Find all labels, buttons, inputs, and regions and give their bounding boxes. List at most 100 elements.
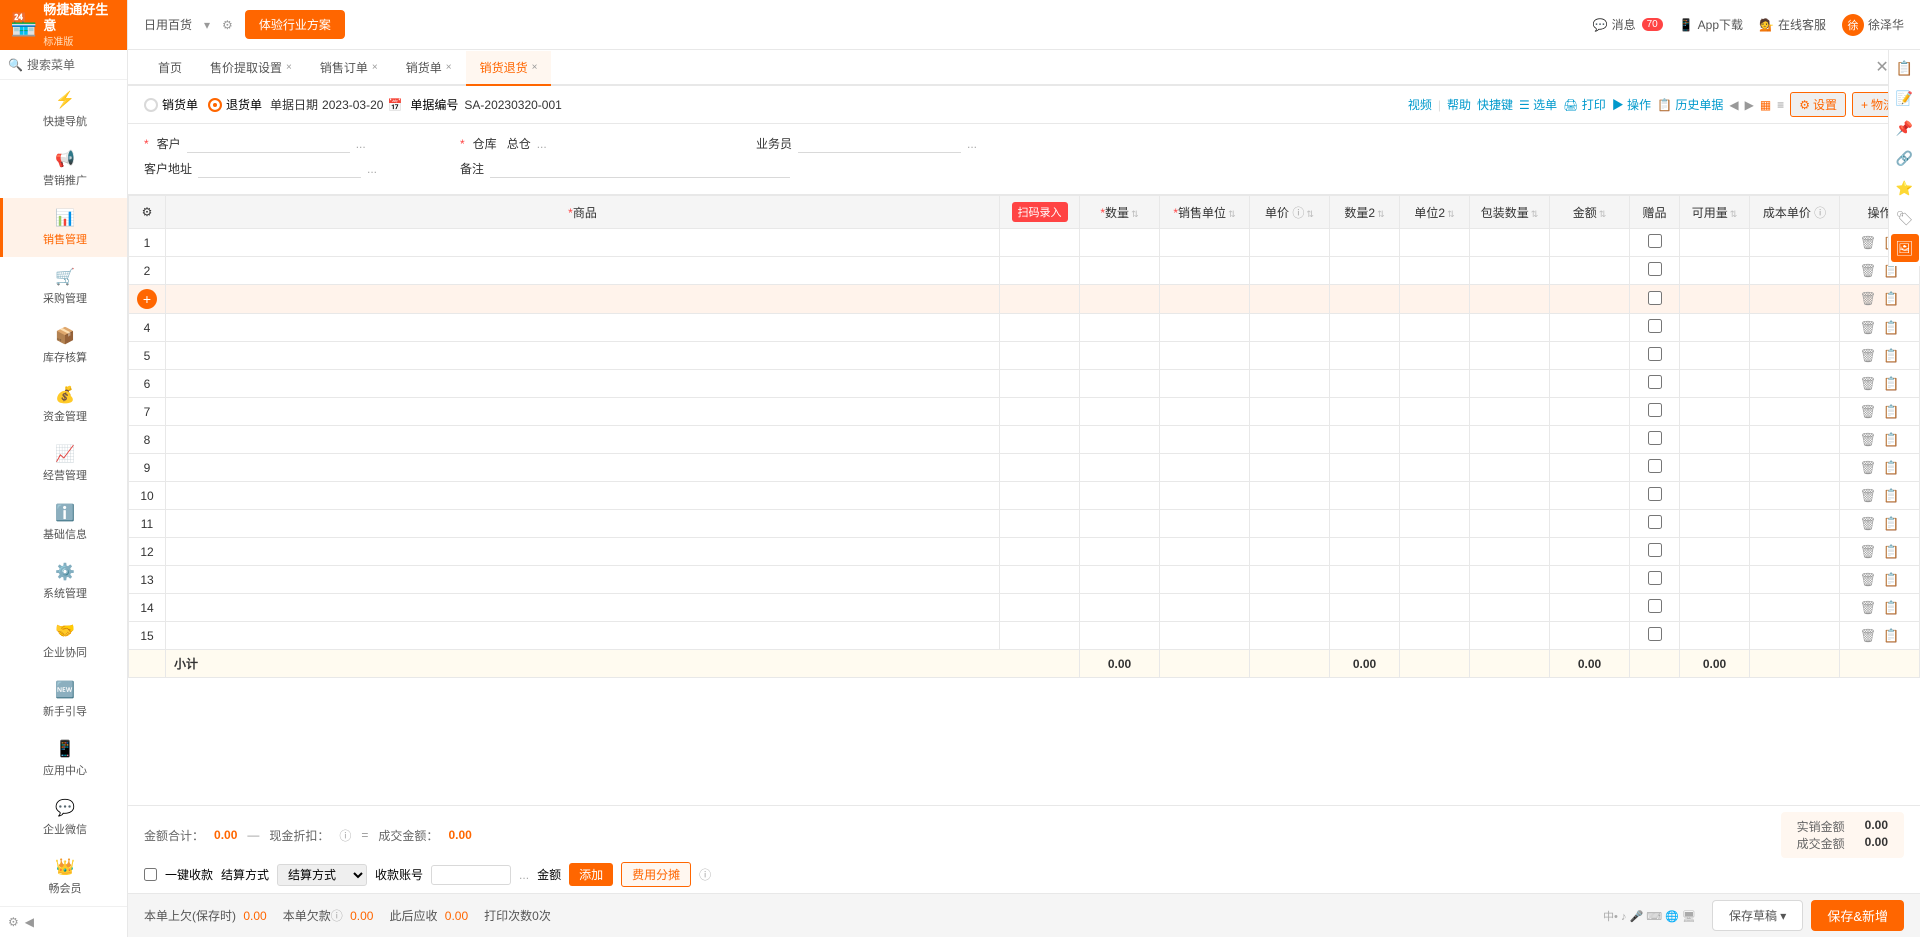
- goods-input-14[interactable]: [174, 601, 991, 615]
- gift-checkbox-10[interactable]: [1648, 487, 1662, 501]
- row-goods-9[interactable]: [166, 454, 1000, 482]
- remark-input[interactable]: [490, 159, 790, 178]
- delete-btn-2[interactable]: 🗑: [1857, 263, 1878, 279]
- gift-checkbox-6[interactable]: [1648, 375, 1662, 389]
- row-gift-14[interactable]: [1630, 594, 1680, 622]
- delete-btn-11[interactable]: 🗑: [1857, 516, 1878, 532]
- goods-input-8[interactable]: [174, 433, 991, 447]
- delete-btn-1[interactable]: 🗑: [1857, 235, 1878, 251]
- row-qty-12[interactable]: [1080, 538, 1160, 566]
- row-goods-4[interactable]: [166, 314, 1000, 342]
- goods-input-5[interactable]: [174, 349, 991, 363]
- delete-btn-12[interactable]: 🗑: [1857, 544, 1878, 560]
- copy-btn-11[interactable]: 📋: [1881, 516, 1901, 532]
- qty-input-2[interactable]: [1090, 264, 1150, 278]
- row-gift-7[interactable]: [1630, 398, 1680, 426]
- right-icon-2[interactable]: 📝: [1891, 84, 1919, 112]
- row-goods-1[interactable]: [166, 229, 1000, 257]
- save-draft-btn[interactable]: 保存草稿 ▾: [1712, 900, 1803, 931]
- gift-checkbox-2[interactable]: [1648, 262, 1662, 276]
- add-row-btn[interactable]: +: [137, 289, 157, 309]
- goods-input-12[interactable]: [174, 545, 991, 559]
- prev-record-icon[interactable]: ◀: [1729, 98, 1738, 112]
- qty-input-10[interactable]: [1090, 489, 1150, 503]
- row-goods-15[interactable]: [166, 622, 1000, 650]
- qty-input-13[interactable]: [1090, 573, 1150, 587]
- tab-sales-order-close[interactable]: ×: [372, 62, 378, 73]
- qty-input-3[interactable]: [1090, 292, 1150, 306]
- copy-btn-6[interactable]: 📋: [1881, 376, 1901, 392]
- row-gift-1[interactable]: [1630, 229, 1680, 257]
- tab-sales-order[interactable]: 销售订单 ×: [306, 51, 392, 86]
- shortcuts-btn[interactable]: 快捷键: [1477, 96, 1513, 113]
- tab-sales-return[interactable]: 销货退货 ×: [466, 51, 552, 86]
- radio-return[interactable]: 退货单: [208, 96, 262, 113]
- qty-input-14[interactable]: [1090, 601, 1150, 615]
- row-goods-5[interactable]: [166, 342, 1000, 370]
- salesperson-input[interactable]: [798, 134, 961, 153]
- tab-price-extract-close[interactable]: ×: [286, 62, 292, 73]
- row-qty-2[interactable]: [1080, 257, 1160, 285]
- delete-btn-4[interactable]: 🗑: [1857, 320, 1878, 336]
- gift-checkbox-3[interactable]: [1648, 291, 1662, 305]
- delete-btn-7[interactable]: 🗑: [1857, 404, 1878, 420]
- qty-input-5[interactable]: [1090, 349, 1150, 363]
- tab-home[interactable]: 首页: [144, 51, 196, 86]
- gift-checkbox-7[interactable]: [1648, 403, 1662, 417]
- row-qty-8[interactable]: [1080, 426, 1160, 454]
- row-goods-8[interactable]: [166, 426, 1000, 454]
- split-btn[interactable]: 费用分摊: [621, 862, 691, 887]
- copy-btn-9[interactable]: 📋: [1881, 460, 1901, 476]
- sidebar-bottom[interactable]: ⚙ ◀: [0, 906, 127, 937]
- sidebar-item-system[interactable]: ⚙️ 系统管理: [0, 552, 127, 611]
- close-tab-icon[interactable]: ✕: [1875, 57, 1888, 77]
- row-gift-11[interactable]: [1630, 510, 1680, 538]
- gift-checkbox-4[interactable]: [1648, 319, 1662, 333]
- gift-checkbox-1[interactable]: [1648, 234, 1662, 248]
- row-gift-10[interactable]: [1630, 482, 1680, 510]
- setting-btn[interactable]: ⚙ 设置: [1790, 92, 1846, 117]
- row-goods-7[interactable]: [166, 398, 1000, 426]
- row-goods-6[interactable]: [166, 370, 1000, 398]
- row-qty-13[interactable]: [1080, 566, 1160, 594]
- goods-input-6[interactable]: [174, 377, 991, 391]
- row-qty-5[interactable]: [1080, 342, 1160, 370]
- account-dots[interactable]: ...: [519, 868, 529, 882]
- goods-input-3[interactable]: [174, 292, 991, 306]
- right-icon-3[interactable]: 📌: [1891, 114, 1919, 142]
- right-icon-1[interactable]: 📋: [1891, 54, 1919, 82]
- sidebar-item-wechat[interactable]: 💬 企业微信: [0, 788, 127, 847]
- address-dots[interactable]: ...: [367, 162, 377, 176]
- delete-btn-3[interactable]: 🗑: [1857, 291, 1878, 307]
- goods-input-2[interactable]: [174, 264, 991, 278]
- row-goods-10[interactable]: [166, 482, 1000, 510]
- qty-input-9[interactable]: [1090, 461, 1150, 475]
- row-gift-6[interactable]: [1630, 370, 1680, 398]
- gift-checkbox-12[interactable]: [1648, 543, 1662, 557]
- salesperson-dots[interactable]: ...: [967, 137, 977, 151]
- row-gift-12[interactable]: [1630, 538, 1680, 566]
- row-qty-9[interactable]: [1080, 454, 1160, 482]
- sidebar-item-operations[interactable]: 📈 经营管理: [0, 434, 127, 493]
- row-goods-13[interactable]: [166, 566, 1000, 594]
- row-goods-12[interactable]: [166, 538, 1000, 566]
- sidebar-item-apps[interactable]: 📱 应用中心: [0, 729, 127, 788]
- sidebar-item-finance[interactable]: 💰 资金管理: [0, 375, 127, 434]
- goods-input-9[interactable]: [174, 461, 991, 475]
- gift-checkbox-9[interactable]: [1648, 459, 1662, 473]
- delete-btn-13[interactable]: 🗑: [1857, 572, 1878, 588]
- tab-price-extract[interactable]: 售价提取设置 ×: [196, 51, 306, 86]
- tab-sales[interactable]: 销货单 ×: [392, 51, 466, 86]
- delete-btn-15[interactable]: 🗑: [1857, 628, 1878, 644]
- save-new-btn[interactable]: 保存&新增: [1811, 900, 1904, 931]
- row-qty-4[interactable]: [1080, 314, 1160, 342]
- row-gift-15[interactable]: [1630, 622, 1680, 650]
- qty-input-7[interactable]: [1090, 405, 1150, 419]
- row-qty-11[interactable]: [1080, 510, 1160, 538]
- gift-checkbox-13[interactable]: [1648, 571, 1662, 585]
- settle-method-select[interactable]: 结算方式: [277, 864, 367, 886]
- copy-btn-12[interactable]: 📋: [1881, 544, 1901, 560]
- gift-checkbox-14[interactable]: [1648, 599, 1662, 613]
- gift-checkbox-8[interactable]: [1648, 431, 1662, 445]
- copy-btn-14[interactable]: 📋: [1881, 600, 1901, 616]
